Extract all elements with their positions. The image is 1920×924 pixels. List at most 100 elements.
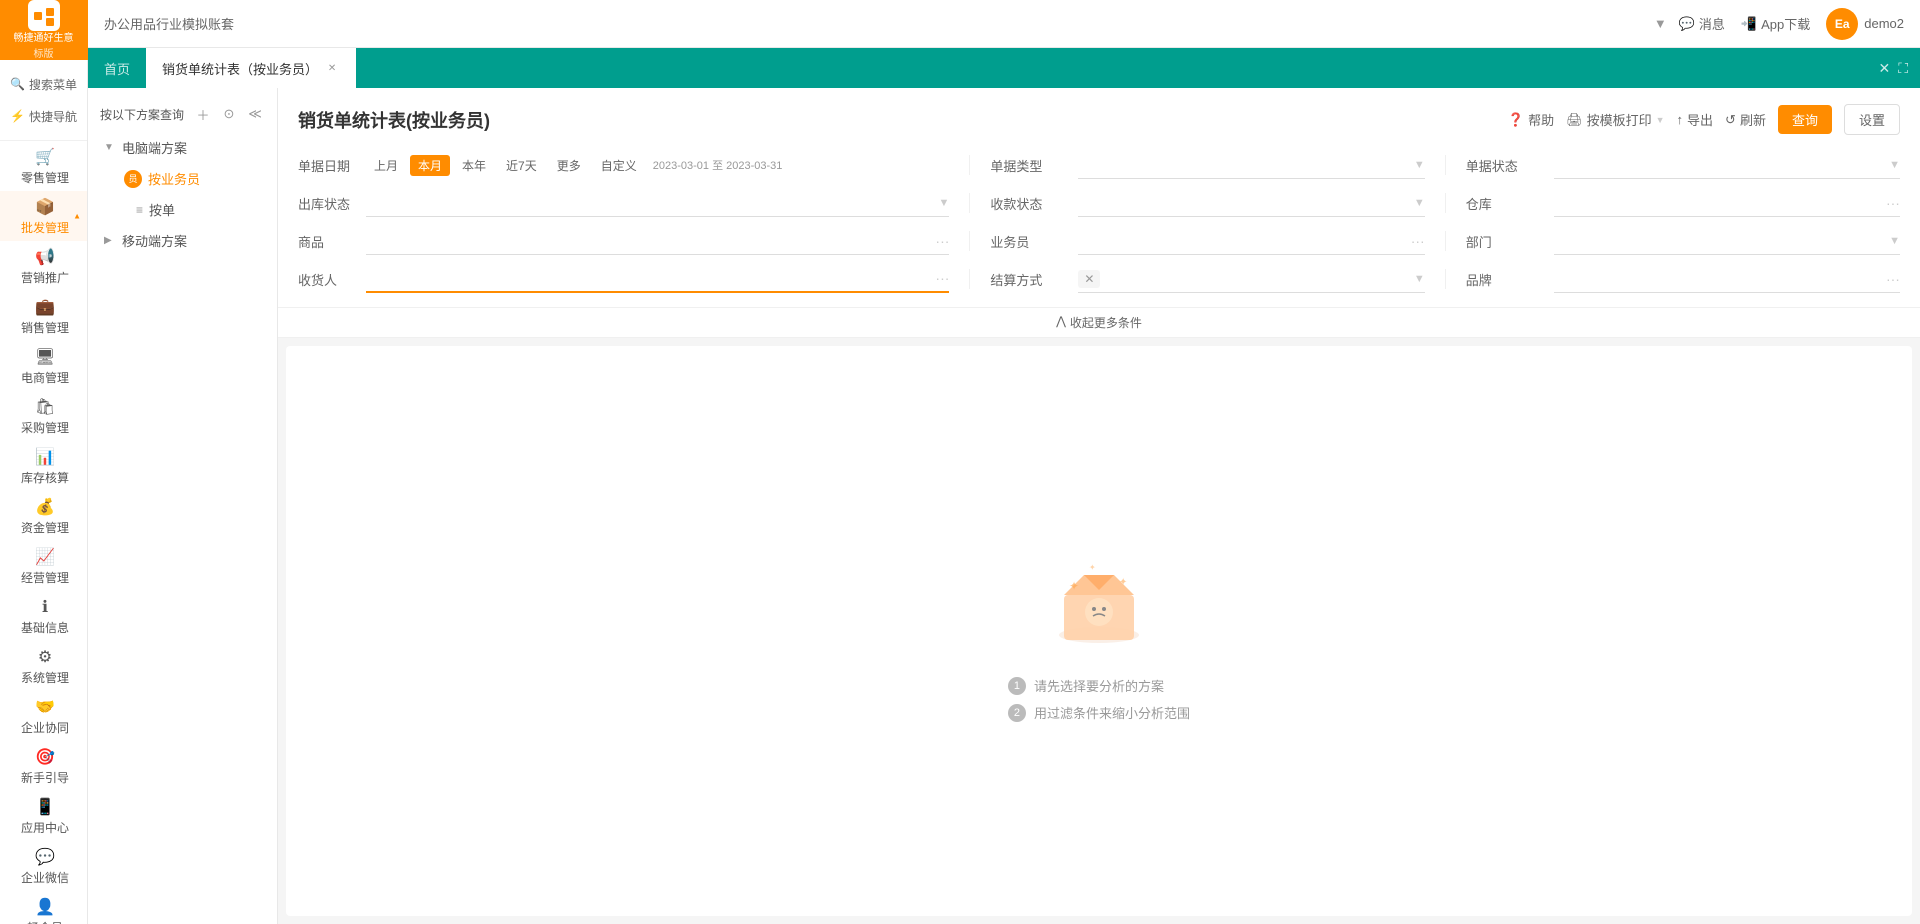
filter-date-label: 单据日期 bbox=[298, 156, 358, 175]
logo-text: 畅捷通好生意 bbox=[14, 33, 74, 45]
sidebar: 畅捷通好生意 标版 🔍 搜索菜单 ⚡ 快捷导航 🛒 零售管理 📦 批发管理 📢 … bbox=[0, 0, 88, 924]
filter-outstatus-value[interactable]: ▼ bbox=[366, 189, 949, 217]
filter-settlement-dropdown-icon: ▼ bbox=[1414, 273, 1425, 285]
filter-goods-value[interactable]: ··· bbox=[366, 227, 949, 255]
tree-order-item[interactable]: ≡ 按单 bbox=[88, 194, 277, 225]
inventory-icon: 📊 bbox=[35, 447, 55, 467]
date-tab-last7days[interactable]: 近7天 bbox=[498, 155, 545, 176]
sidebar-item-operations[interactable]: 📈 经营管理 bbox=[0, 541, 87, 591]
date-tab-this-year[interactable]: 本年 bbox=[454, 155, 494, 176]
appstore-icon: 📱 bbox=[35, 797, 55, 817]
sidebar-nav: 🛒 零售管理 📦 批发管理 📢 营销推广 💼 销售管理 🖥 电商管理 🛍 采购管… bbox=[0, 141, 87, 924]
print-dropdown-icon: ▼ bbox=[1656, 115, 1665, 125]
filter-department-value[interactable]: ▼ bbox=[1554, 227, 1900, 255]
sidebar-logo[interactable]: 畅捷通好生意 标版 bbox=[0, 0, 88, 60]
filter-sep-3 bbox=[969, 193, 970, 213]
filter-recvstatus-item: 收款状态 ▼ bbox=[990, 189, 1424, 217]
topbar-title: 办公用品行业模拟账套 bbox=[104, 14, 1642, 33]
salesperson-badge: 员 bbox=[124, 170, 142, 188]
filter-consignee-value[interactable]: ··· bbox=[366, 265, 949, 293]
sidebar-item-marketing[interactable]: 📢 营销推广 bbox=[0, 241, 87, 291]
tab-maximize-icon[interactable]: ⛶ bbox=[1898, 60, 1908, 77]
sidebar-item-member-label: 畅会员 bbox=[27, 919, 63, 924]
svg-text:✦: ✦ bbox=[1089, 563, 1096, 572]
tree-salesperson-item[interactable]: 员 按业务员 bbox=[88, 163, 277, 194]
date-tab-more[interactable]: 更多 bbox=[549, 155, 589, 176]
sidebar-item-wholesale[interactable]: 📦 批发管理 bbox=[0, 191, 87, 241]
tree-order-label: 按单 bbox=[149, 200, 175, 219]
tab-home-label: 首页 bbox=[104, 59, 130, 78]
dropdown-icon[interactable]: ▼ bbox=[1654, 16, 1667, 31]
sidebar-item-sales[interactable]: 💼 销售管理 bbox=[0, 291, 87, 341]
sidebar-search-section: 🔍 搜索菜单 ⚡ 快捷导航 bbox=[0, 60, 87, 141]
sidebar-item-member[interactable]: 👤 畅会员 bbox=[0, 891, 87, 924]
quick-nav-item[interactable]: ⚡ 快捷导航 bbox=[8, 100, 80, 132]
help-action[interactable]: ❓ 帮助 bbox=[1508, 110, 1554, 129]
filter-settlement-tag-close[interactable]: ✕ bbox=[1084, 272, 1094, 286]
tab-close-icon[interactable]: ✕ bbox=[324, 60, 340, 76]
date-tab-custom[interactable]: 自定义 bbox=[593, 155, 645, 176]
settings-scheme-icon[interactable]: ⊙ bbox=[219, 104, 239, 124]
collapse-panel-icon[interactable]: ≪ bbox=[245, 104, 265, 124]
query-button[interactable]: 查询 bbox=[1778, 105, 1832, 134]
filter-settlement-value[interactable]: ✕ ▼ bbox=[1078, 265, 1424, 293]
filter-doctype-item: 单据类型 ▼ bbox=[990, 151, 1424, 179]
message-action[interactable]: 💬 消息 bbox=[1679, 14, 1725, 33]
search-icon: 🔍 bbox=[10, 77, 25, 91]
help-icon: ❓ bbox=[1508, 112, 1524, 128]
refresh-action[interactable]: ↺ 刷新 bbox=[1725, 110, 1766, 129]
left-panel-title: 按以下方案查询 bbox=[100, 106, 184, 123]
filter-recvstatus-value[interactable]: ▼ bbox=[1078, 189, 1424, 217]
filter-salesperson-value[interactable]: ··· bbox=[1078, 227, 1424, 255]
sidebar-item-basic[interactable]: ℹ 基础信息 bbox=[0, 591, 87, 641]
sidebar-item-system-label: 系统管理 bbox=[21, 669, 69, 686]
topbar-actions: 💬 消息 📲 App下载 Ea demo2 bbox=[1679, 8, 1904, 40]
filter-doctype-value[interactable]: ▼ bbox=[1078, 151, 1424, 179]
filter-sep-5 bbox=[969, 231, 970, 251]
tree-mobile-section[interactable]: ▶ 移动端方案 bbox=[88, 225, 277, 256]
tab-report[interactable]: 销货单统计表（按业务员） ✕ bbox=[146, 48, 356, 88]
filter-brand-value[interactable]: ··· bbox=[1554, 265, 1900, 293]
add-scheme-icon[interactable]: ＋ bbox=[193, 104, 213, 124]
filter-date-item: 单据日期 上月 本月 本年 近7天 更多 自定义 2023-03-01 至 20… bbox=[298, 155, 949, 176]
user-action[interactable]: Ea demo2 bbox=[1826, 8, 1904, 40]
sidebar-item-operations-label: 经营管理 bbox=[21, 569, 69, 586]
filter-docstatus-label: 单据状态 bbox=[1466, 156, 1546, 175]
wholesale-icon: 📦 bbox=[35, 197, 55, 217]
tip-text-1: 请先选择要分析的方案 bbox=[1034, 676, 1164, 695]
collapse-conditions-button[interactable]: ⋀ 收起更多条件 bbox=[278, 308, 1920, 338]
quick-nav-icon: ⚡ bbox=[10, 109, 25, 123]
filter-warehouse-value[interactable]: ··· bbox=[1554, 189, 1900, 217]
refresh-icon: ↺ bbox=[1725, 112, 1736, 128]
tab-home[interactable]: 首页 bbox=[88, 48, 146, 88]
tab-minimize-icon[interactable]: ✕ bbox=[1878, 60, 1890, 77]
tree-pc-section[interactable]: ▼ 电脑端方案 bbox=[88, 132, 277, 163]
settings-button[interactable]: 设置 bbox=[1844, 104, 1900, 135]
sidebar-item-newbie[interactable]: 🎯 新手引导 bbox=[0, 741, 87, 791]
sidebar-item-finance[interactable]: 💰 资金管理 bbox=[0, 491, 87, 541]
export-action[interactable]: ↑ 导出 bbox=[1677, 110, 1714, 129]
sidebar-item-system[interactable]: ⚙ 系统管理 bbox=[0, 641, 87, 691]
sidebar-item-enterprise[interactable]: 🤝 企业协同 bbox=[0, 691, 87, 741]
sidebar-item-appstore[interactable]: 📱 应用中心 bbox=[0, 791, 87, 841]
sidebar-item-retail[interactable]: 🛒 零售管理 bbox=[0, 141, 87, 191]
filter-docstatus-value[interactable]: ▼ bbox=[1554, 151, 1900, 179]
filter-sep-8 bbox=[1445, 269, 1446, 289]
date-range-display: 2023-03-01 至 2023-03-31 bbox=[653, 157, 783, 173]
filter-warehouse-dots-icon: ··· bbox=[1886, 195, 1900, 211]
filter-brand-item: 品牌 ··· bbox=[1466, 265, 1900, 293]
sidebar-item-inventory[interactable]: 📊 库存核算 bbox=[0, 441, 87, 491]
sidebar-item-ecommerce[interactable]: 🖥 电商管理 bbox=[0, 341, 87, 391]
search-menu-item[interactable]: 🔍 搜索菜单 bbox=[8, 68, 80, 100]
date-tab-this-month[interactable]: 本月 bbox=[410, 155, 450, 176]
app-download-action[interactable]: 📲 App下载 bbox=[1741, 14, 1810, 33]
date-tab-last-month[interactable]: 上月 bbox=[366, 155, 406, 176]
sidebar-item-purchase[interactable]: 🛍 采购管理 bbox=[0, 391, 87, 441]
print-action[interactable]: 🖨 按模板打印 ▼ bbox=[1566, 110, 1664, 129]
filter-outstatus-item: 出库状态 ▼ bbox=[298, 189, 949, 217]
operations-icon: 📈 bbox=[35, 547, 55, 567]
sidebar-item-wechat[interactable]: 💬 企业微信 bbox=[0, 841, 87, 891]
sidebar-item-wechat-label: 企业微信 bbox=[21, 869, 69, 886]
tip-number-1: 1 bbox=[1008, 677, 1026, 695]
avatar: Ea bbox=[1826, 8, 1858, 40]
